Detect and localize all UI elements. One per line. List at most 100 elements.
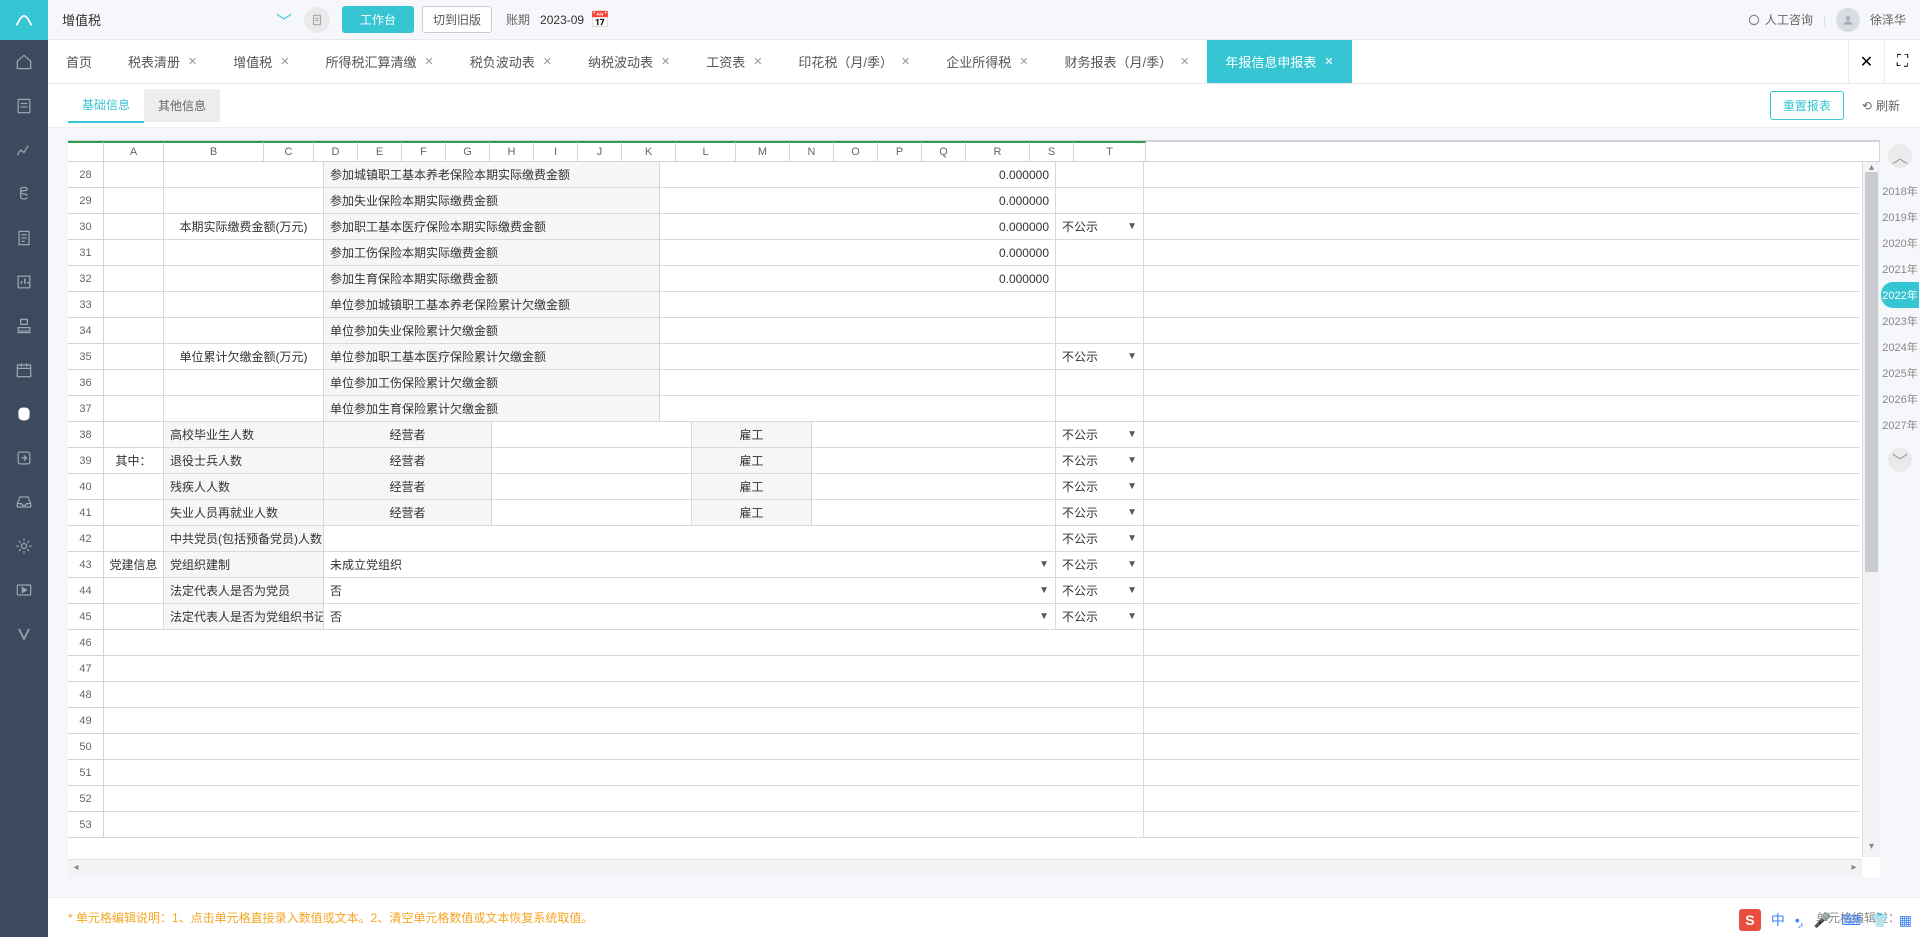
tab-10[interactable]: 年报信息申报表✕ (1207, 40, 1351, 83)
close-icon[interactable]: ✕ (425, 55, 434, 68)
sogou-icon[interactable]: S (1739, 909, 1761, 931)
workbench-button[interactable]: 工作台 (342, 6, 414, 33)
col-header-I[interactable]: I (534, 141, 578, 161)
cell[interactable]: 不公示▼ (1056, 214, 1144, 240)
row-header-35[interactable]: 35 (68, 344, 104, 370)
cell[interactable]: 不公示▼ (1056, 500, 1144, 526)
tab-0[interactable]: 首页 (48, 40, 110, 83)
cell[interactable]: 不公示▼ (1056, 344, 1144, 370)
cell[interactable] (1056, 240, 1144, 266)
doc-icon[interactable] (304, 7, 330, 33)
nav-ledger-icon[interactable] (0, 84, 48, 128)
horizontal-scrollbar[interactable]: ◂ ▸ (68, 859, 1862, 877)
cell[interactable]: 参加工伤保险本期实际缴费金额 (324, 240, 660, 266)
vertical-scrollbar[interactable]: ▴ ▾ (1862, 162, 1880, 857)
row-header-42[interactable]: 42 (68, 526, 104, 552)
year-2022年[interactable]: 2022年 (1881, 282, 1919, 308)
nav-tax-icon[interactable] (0, 392, 48, 436)
nav-inbox-icon[interactable] (0, 480, 48, 524)
cell[interactable] (812, 448, 1056, 474)
col-header-J[interactable]: J (578, 141, 622, 161)
cell[interactable] (104, 708, 1144, 734)
tab-8[interactable]: 企业所得税✕ (928, 40, 1046, 83)
user-avatar-icon[interactable] (1836, 8, 1860, 32)
close-icon[interactable]: ✕ (1324, 55, 1333, 68)
year-2018年[interactable]: 2018年 (1881, 178, 1919, 204)
row-header-52[interactable]: 52 (68, 786, 104, 812)
cell[interactable] (812, 422, 1056, 448)
close-icon[interactable]: ✕ (901, 55, 910, 68)
ime-punct-icon[interactable]: •̗, (1795, 912, 1804, 928)
year-2024年[interactable]: 2024年 (1881, 334, 1919, 360)
cell[interactable]: 不公示▼ (1056, 448, 1144, 474)
cell[interactable]: 0.000000 (660, 162, 1056, 188)
nav-calendar-icon[interactable] (0, 348, 48, 392)
tax-type-selector[interactable]: 增值税 ﹀ (62, 8, 292, 32)
cell[interactable]: 不公示▼ (1056, 604, 1144, 630)
nav-stamp-icon[interactable] (0, 304, 48, 348)
cell[interactable]: 雇工 (692, 422, 812, 448)
year-scroll-down-icon[interactable]: ﹀ (1888, 448, 1912, 472)
row-header-31[interactable]: 31 (68, 240, 104, 266)
col-header-H[interactable]: H (490, 141, 534, 161)
cell[interactable]: 中共党员(包括预备党员)人数 (164, 526, 324, 552)
row-header-32[interactable]: 32 (68, 266, 104, 292)
row-header-36[interactable]: 36 (68, 370, 104, 396)
nav-chart-icon[interactable] (0, 128, 48, 172)
cell[interactable] (104, 812, 1144, 838)
row-header-48[interactable]: 48 (68, 682, 104, 708)
period-value[interactable]: 2023-09 (540, 13, 584, 27)
row-header-39[interactable]: 39 (68, 448, 104, 474)
row-header-47[interactable]: 47 (68, 656, 104, 682)
refresh-button[interactable]: ⟲刷新 (1862, 97, 1900, 114)
cell[interactable] (660, 396, 1056, 422)
tab-5[interactable]: 纳税波动表✕ (570, 40, 688, 83)
cell[interactable]: 否▼ (324, 604, 1056, 630)
cell[interactable]: 不公示▼ (1056, 474, 1144, 500)
cell[interactable] (812, 500, 1056, 526)
reset-report-button[interactable]: 重置报表 (1770, 91, 1844, 120)
nav-money-icon[interactable] (0, 172, 48, 216)
nav-settings-icon[interactable] (0, 524, 48, 568)
cell[interactable] (1056, 292, 1144, 318)
cell[interactable]: 经营者 (324, 448, 492, 474)
tab-4[interactable]: 税负波动表✕ (452, 40, 570, 83)
row-header-50[interactable]: 50 (68, 734, 104, 760)
tab-2[interactable]: 增值税✕ (215, 40, 307, 83)
ime-lang-icon[interactable]: 中 (1771, 910, 1785, 930)
col-header-A[interactable]: A (104, 141, 164, 161)
cell[interactable]: 失业人员再就业人数 (164, 500, 324, 526)
col-header-N[interactable]: N (790, 141, 834, 161)
close-icon[interactable]: ✕ (543, 55, 552, 68)
cell[interactable] (104, 630, 1144, 656)
consult-link[interactable]: 人工咨询 (1747, 11, 1813, 28)
cell[interactable] (104, 786, 1144, 812)
col-header-D[interactable]: D (314, 141, 358, 161)
cell[interactable]: 否▼ (324, 578, 1056, 604)
row-header-49[interactable]: 49 (68, 708, 104, 734)
close-icon[interactable]: ✕ (1019, 55, 1028, 68)
ime-toolbox-icon[interactable]: ▦ (1899, 912, 1912, 929)
cell[interactable]: 雇工 (692, 474, 812, 500)
row-header-43[interactable]: 43 (68, 552, 104, 578)
row-header-45[interactable]: 45 (68, 604, 104, 630)
scrollbar-thumb[interactable] (1865, 172, 1878, 572)
cell[interactable] (492, 422, 692, 448)
row-header-46[interactable]: 46 (68, 630, 104, 656)
col-header-Q[interactable]: Q (922, 141, 966, 161)
subtab-basic[interactable]: 基础信息 (68, 88, 144, 123)
cell[interactable] (1056, 188, 1144, 214)
close-icon[interactable]: ✕ (661, 55, 670, 68)
col-header-O[interactable]: O (834, 141, 878, 161)
nav-doc-icon[interactable] (0, 216, 48, 260)
cell[interactable] (1056, 396, 1144, 422)
cell[interactable]: 不公示▼ (1056, 578, 1144, 604)
row-header-29[interactable]: 29 (68, 188, 104, 214)
year-2020年[interactable]: 2020年 (1881, 230, 1919, 256)
cell[interactable] (660, 370, 1056, 396)
cell[interactable]: 0.000000 (660, 266, 1056, 292)
cell[interactable] (492, 500, 692, 526)
row-header-44[interactable]: 44 (68, 578, 104, 604)
col-header-S[interactable]: S (1030, 141, 1074, 161)
close-icon[interactable]: ✕ (1180, 55, 1189, 68)
